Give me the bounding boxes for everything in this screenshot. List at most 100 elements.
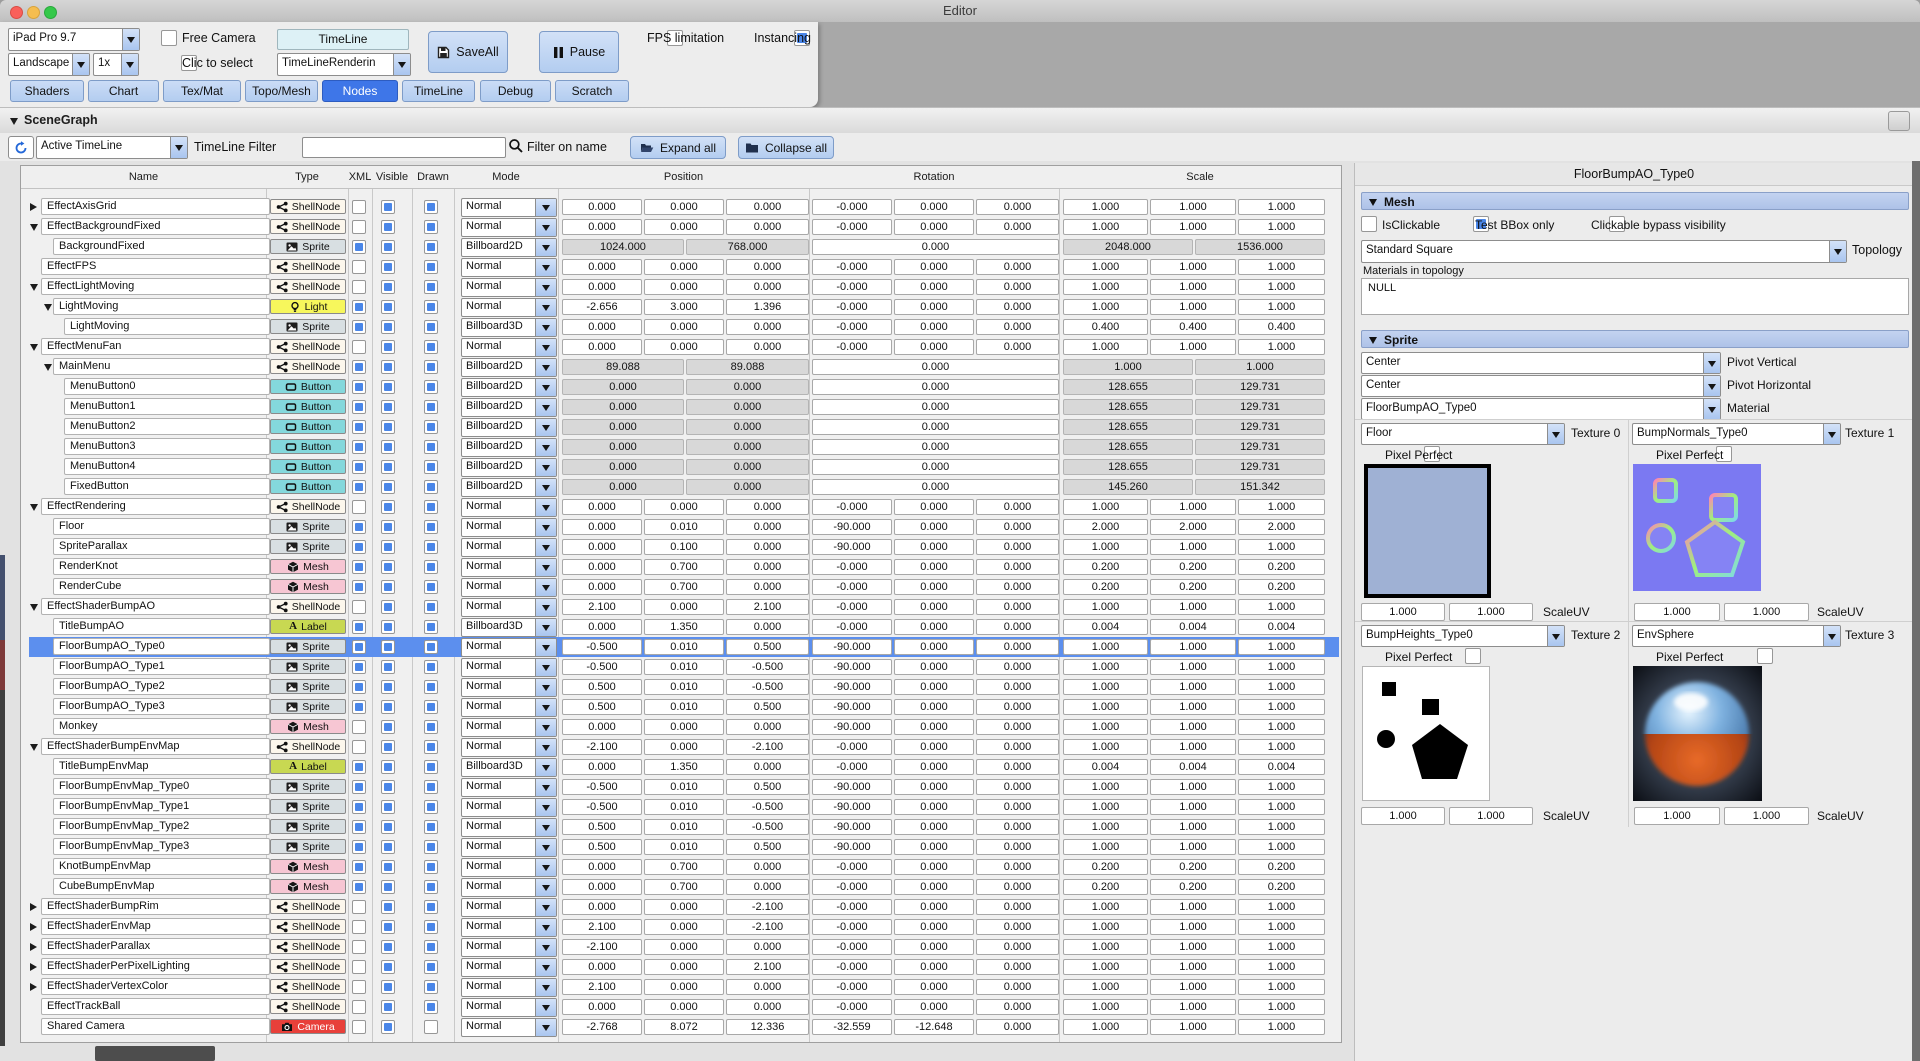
drawn-checkbox[interactable]	[424, 540, 438, 554]
position-field[interactable]: 0.010	[644, 679, 724, 695]
drawn-checkbox[interactable]	[424, 740, 438, 754]
position-field[interactable]: 2.100	[562, 599, 642, 615]
position-field[interactable]: 0.000	[726, 719, 809, 735]
position-field[interactable]: 0.000	[562, 399, 684, 415]
scale-field[interactable]: 1.000	[1150, 279, 1236, 295]
xml-checkbox[interactable]	[352, 800, 366, 814]
position-field[interactable]: 0.000	[686, 399, 809, 415]
rotation-field[interactable]: 0.000	[976, 659, 1059, 675]
mode-dropdown[interactable]: Billboard2D	[461, 358, 557, 377]
drawn-checkbox[interactable]	[424, 560, 438, 574]
visible-checkbox[interactable]	[381, 980, 395, 994]
position-field[interactable]: 0.700	[644, 859, 724, 875]
position-field[interactable]: 0.000	[644, 939, 724, 955]
position-field[interactable]: -2.100	[562, 739, 642, 755]
collapse-all-button[interactable]: Collapse all	[738, 136, 834, 159]
scale-field[interactable]: 1.000	[1150, 259, 1236, 275]
pause-button[interactable]: Pause	[539, 31, 619, 73]
texture0-scale-u-field[interactable]: 1.000	[1361, 603, 1445, 621]
scale-field[interactable]: 0.200	[1150, 559, 1236, 575]
scale-field[interactable]: 1.000	[1195, 359, 1325, 375]
position-field[interactable]: 2.100	[562, 979, 642, 995]
scale-field[interactable]: 0.200	[1150, 879, 1236, 895]
save-all-button[interactable]: SaveAll	[428, 31, 508, 73]
xml-checkbox[interactable]	[352, 880, 366, 894]
visible-checkbox[interactable]	[381, 580, 395, 594]
mode-dropdown[interactable]: Normal	[461, 838, 557, 857]
mode-dropdown[interactable]: Normal	[461, 658, 557, 677]
visible-checkbox[interactable]	[381, 380, 395, 394]
scale-field[interactable]: 1.000	[1150, 719, 1236, 735]
drawn-checkbox[interactable]	[424, 920, 438, 934]
position-field[interactable]: 0.000	[726, 499, 809, 515]
position-field[interactable]: 0.000	[726, 939, 809, 955]
drawn-checkbox[interactable]	[424, 860, 438, 874]
position-field[interactable]: 0.100	[644, 539, 724, 555]
position-field[interactable]: 0.010	[644, 659, 724, 675]
scale-field[interactable]: 0.200	[1063, 579, 1148, 595]
position-field[interactable]: 2.100	[726, 599, 809, 615]
position-field[interactable]: 0.000	[644, 719, 724, 735]
position-field[interactable]: 0.500	[562, 819, 642, 835]
rotation-field[interactable]: -90.000	[812, 519, 892, 535]
mode-dropdown[interactable]: Normal	[461, 538, 557, 557]
visible-checkbox[interactable]	[381, 500, 395, 514]
mode-dropdown[interactable]: Normal	[461, 198, 557, 217]
scale-field[interactable]: 129.731	[1195, 399, 1325, 415]
mode-dropdown[interactable]: Billboard2D	[461, 398, 557, 417]
node-name-field[interactable]: EffectShaderBumpAO	[41, 598, 270, 615]
table-row[interactable]: MonkeyMeshNormal0.0000.0000.000-90.0000.…	[21, 718, 1341, 736]
column-header-scale[interactable]: Scale	[1059, 166, 1341, 188]
node-name-field[interactable]: EffectAxisGrid	[41, 198, 270, 215]
visible-checkbox[interactable]	[381, 620, 395, 634]
rotation-field[interactable]: -0.000	[812, 559, 892, 575]
rotation-field[interactable]: -0.000	[812, 279, 892, 295]
scale-field[interactable]: 1.000	[1238, 279, 1325, 295]
table-row[interactable]: FloorBumpEnvMap_Type3SpriteNormal0.5000.…	[21, 838, 1341, 856]
rotation-field[interactable]: 0.000	[976, 859, 1059, 875]
table-row[interactable]: EffectShaderBumpEnvMapShellNodeNormal-2.…	[21, 738, 1341, 756]
position-field[interactable]: 0.000	[726, 999, 809, 1015]
rotation-field[interactable]: -90.000	[812, 719, 892, 735]
rotation-field[interactable]: 0.000	[812, 239, 1059, 255]
rotation-field[interactable]: 0.000	[894, 939, 974, 955]
scale-field[interactable]: 1.000	[1150, 659, 1236, 675]
scale-field[interactable]: 1.000	[1150, 1019, 1236, 1035]
node-name-field[interactable]: Monkey	[53, 718, 270, 735]
position-field[interactable]: -0.500	[562, 779, 642, 795]
position-field[interactable]: 0.000	[562, 559, 642, 575]
scale-field[interactable]: 1.000	[1150, 639, 1236, 655]
rotation-field[interactable]: -90.000	[812, 799, 892, 815]
rotation-field[interactable]: 0.000	[894, 979, 974, 995]
scale-field[interactable]: 0.004	[1150, 619, 1236, 635]
rotation-field[interactable]: 0.000	[976, 799, 1059, 815]
rotation-field[interactable]: -0.000	[812, 199, 892, 215]
flat-color-preview[interactable]	[1364, 464, 1491, 598]
scale-field[interactable]: 1.000	[1150, 499, 1236, 515]
rotation-field[interactable]: 0.000	[894, 559, 974, 575]
scale-field[interactable]: 0.400	[1150, 319, 1236, 335]
drawn-checkbox[interactable]	[424, 640, 438, 654]
rotation-field[interactable]: -90.000	[812, 639, 892, 655]
scale-field[interactable]: 1536.000	[1195, 239, 1325, 255]
scale-field[interactable]: 0.200	[1238, 559, 1325, 575]
position-field[interactable]: -2.100	[726, 919, 809, 935]
position-field[interactable]: 12.336	[726, 1019, 809, 1035]
position-field[interactable]: 0.000	[644, 919, 724, 935]
mode-dropdown[interactable]: Normal	[461, 598, 557, 617]
drawn-checkbox[interactable]	[424, 680, 438, 694]
position-field[interactable]: 0.000	[726, 559, 809, 575]
rotation-field[interactable]: 0.000	[812, 399, 1059, 415]
orientation-dropdown[interactable]: Landscape	[8, 53, 90, 76]
collapse-node-arrow[interactable]	[30, 344, 38, 351]
xml-checkbox[interactable]	[352, 920, 366, 934]
mode-dropdown[interactable]: Normal	[461, 338, 557, 357]
position-field[interactable]: 0.010	[644, 779, 724, 795]
xml-checkbox[interactable]	[352, 980, 366, 994]
table-row[interactable]: EffectLightMovingShellNodeNormal0.0000.0…	[21, 278, 1341, 296]
pivot-horizontal-dropdown[interactable]: Center	[1361, 375, 1721, 397]
collapse-node-arrow[interactable]	[30, 744, 38, 751]
scale-field[interactable]: 1.000	[1063, 599, 1148, 615]
position-field[interactable]: 0.000	[562, 219, 642, 235]
position-field[interactable]: 0.000	[644, 339, 724, 355]
